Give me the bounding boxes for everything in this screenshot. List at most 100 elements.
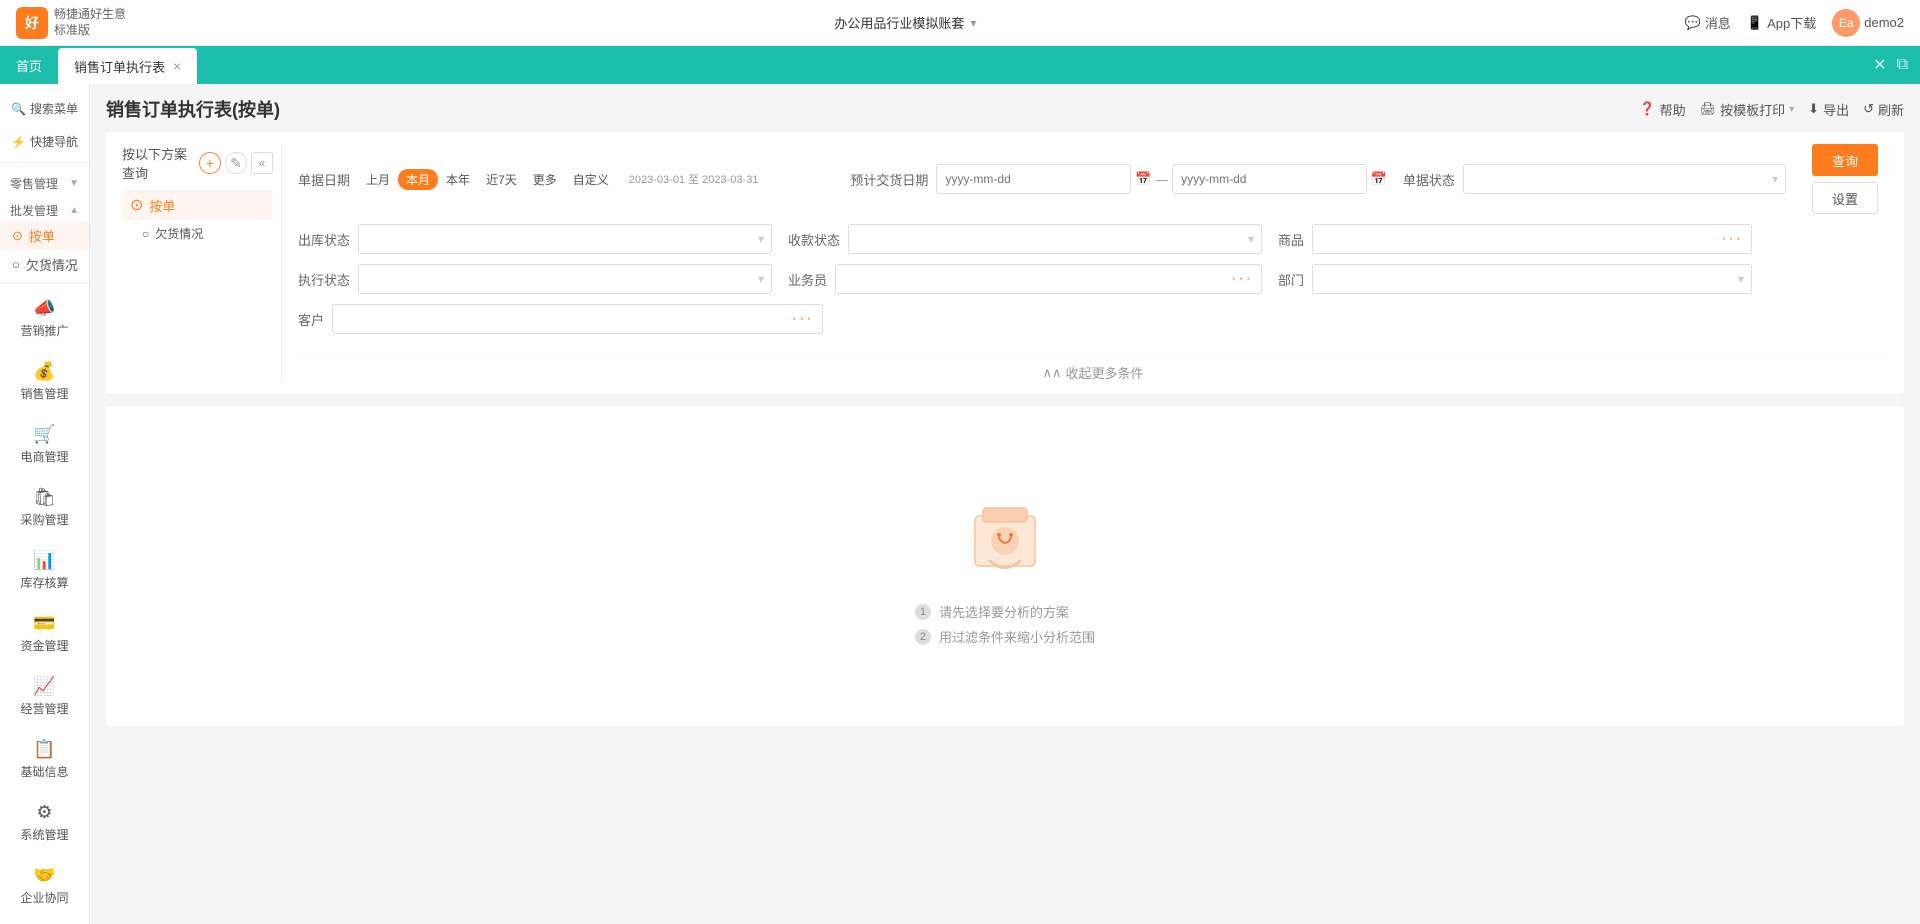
sidebar-item-newbie[interactable]: 🎯 新手引导 <box>4 918 85 924</box>
collapse-more-button[interactable]: ∧∧ 收起更多条件 <box>1042 363 1143 382</box>
help-icon: ❓ <box>1639 101 1655 117</box>
expected-date-to-input[interactable] <box>1172 164 1367 194</box>
search-icon: 🔍 <box>11 102 26 116</box>
sidebar-divider <box>0 162 89 163</box>
refresh-icon: ↺ <box>1863 101 1874 117</box>
purchase-icon: 🛍 <box>33 487 56 508</box>
retail-arrow-icon: ▼ <box>69 178 79 189</box>
sidebar-item-finance[interactable]: 💳 资金管理 <box>4 603 85 664</box>
main-layout: 🔍 搜索菜单 ⚡ 快捷导航 零售管理 ▼ 批发管理 ▲ ⊙ 按单 ○ 欠货情况 … <box>0 84 1920 924</box>
export-button[interactable]: ⬇ 导出 <box>1808 100 1849 119</box>
wholesale-arrow-icon: ▲ <box>69 205 79 216</box>
filter-dept-field: 部门 ▾ <box>1278 264 1752 294</box>
corp-icon: 🤝 <box>33 865 55 886</box>
receipt-status-select[interactable] <box>848 224 1262 254</box>
collapse-row: ∧∧ 收起更多条件 <box>298 354 1888 382</box>
sidebar-item-purchase[interactable]: 🛍 采购管理 <box>4 477 85 538</box>
tab-bar: 首页 销售订单执行表 × ✕ ⧉ <box>0 46 1920 84</box>
out-status-select[interactable] <box>358 224 772 254</box>
sidebar-section-retail[interactable]: 零售管理 ▼ <box>6 167 83 194</box>
search-menu[interactable]: 🔍 搜索菜单 <box>0 92 89 125</box>
query-panel-inner: 按以下方案查询 + ✎ « ⊙ 按单 ○ 欠货情况 <box>122 144 1888 382</box>
sidebar-item-inventory[interactable]: 📊 库存核算 <box>4 540 85 601</box>
out-status-select-wrap: ▾ <box>358 224 772 254</box>
tip-num-2: 2 <box>915 629 931 645</box>
date-range-dash: — <box>1155 172 1168 187</box>
scheme-item-owed[interactable]: ○ 欠货情况 <box>122 220 273 247</box>
product-label: 商品 <box>1278 230 1304 249</box>
sidebar-item-system[interactable]: ⚙ 系统管理 <box>4 792 85 853</box>
system-icon: ⚙ <box>36 802 52 823</box>
date-tab-this-year[interactable]: 本年 <box>438 168 478 191</box>
collapse-scheme-button[interactable]: « <box>251 152 273 174</box>
expected-date-from-input[interactable] <box>936 164 1131 194</box>
empty-icon <box>955 486 1055 586</box>
salesperson-label: 业务员 <box>788 270 827 289</box>
sidebar-quick-nav[interactable]: ⚡ 快捷导航 <box>0 125 89 158</box>
logo[interactable]: 好 畅捷通好生意 标准版 <box>16 7 126 39</box>
sidebar-item-operations[interactable]: 📈 经营管理 <box>4 666 85 727</box>
filter-area: 单据日期 上月 本月 本年 近7天 更多 自定义 20 <box>298 144 1888 382</box>
nav-chevron-icon: ▾ <box>970 16 976 30</box>
sidebar-item-marketing[interactable]: 📣 营销推广 <box>4 288 85 349</box>
filter-receipt-status-field: 收款状态 ▾ <box>788 224 1262 254</box>
dept-select[interactable] <box>1312 264 1752 294</box>
add-scheme-button[interactable]: + <box>199 152 221 174</box>
exec-status-label: 执行状态 <box>298 270 350 289</box>
query-button[interactable]: 查询 <box>1812 144 1878 176</box>
date-tabs: 上月 本月 本年 近7天 更多 自定义 <box>358 168 617 191</box>
date-tab-this-month[interactable]: 本月 <box>398 169 438 190</box>
filter-out-status-field: 出库状态 ▾ <box>298 224 772 254</box>
by-order-icon: ⊙ <box>12 228 23 244</box>
expected-date-from-cal-icon[interactable]: 📅 <box>1135 171 1151 187</box>
empty-tip-1: 1 请先选择要分析的方案 <box>915 602 1095 621</box>
print-button[interactable]: 🖨 按模板打印 ▾ <box>1700 100 1795 119</box>
date-tab-more[interactable]: 更多 <box>525 168 565 191</box>
finance-icon: 💳 <box>33 613 55 634</box>
scheme-panel-header: 按以下方案查询 + ✎ « <box>122 144 273 182</box>
exec-status-select[interactable] <box>358 264 772 294</box>
salesperson-dots-btn[interactable]: ··· <box>835 264 1262 294</box>
sidebar-divider2 <box>0 283 89 284</box>
sidebar-item-ecommerce[interactable]: 🛒 电商管理 <box>4 414 85 475</box>
expected-date-to-cal-icon[interactable]: 📅 <box>1371 171 1387 187</box>
sidebar-item-sales[interactable]: 💰 销售管理 <box>4 351 85 412</box>
salesperson-dots-icon: ··· <box>1231 270 1253 288</box>
nav-label[interactable]: 办公用品行业模拟账套 ▾ <box>834 13 976 32</box>
product-dots-btn[interactable]: ··· <box>1312 224 1752 254</box>
tab-sales-order[interactable]: 销售订单执行表 × <box>58 48 197 84</box>
product-dots-icon: ··· <box>1721 230 1743 248</box>
close-window-icon[interactable]: ✕ <box>1873 55 1886 75</box>
settings-button[interactable]: 设置 <box>1812 182 1878 214</box>
help-button[interactable]: ❓ 帮助 <box>1639 100 1685 119</box>
scheme-item-by-order[interactable]: ⊙ 按单 <box>122 190 273 220</box>
sidebar-item-owed[interactable]: ○ 欠货情况 <box>0 250 89 279</box>
status-select[interactable] <box>1463 164 1786 194</box>
date-tab-last7[interactable]: 近7天 <box>478 168 525 191</box>
customer-label: 客户 <box>298 310 324 329</box>
msg-button[interactable]: 💬 消息 <box>1685 13 1731 32</box>
sidebar-item-basic[interactable]: 📋 基础信息 <box>4 729 85 790</box>
owed-circle-icon: ○ <box>142 227 149 241</box>
filter-row-3: 执行状态 ▾ 业务员 ··· <box>298 264 1888 294</box>
sidebar-item-corp[interactable]: 🤝 企业协同 <box>4 855 85 916</box>
basic-icon: 📋 <box>33 739 55 760</box>
ecommerce-icon: 🛒 <box>33 424 55 445</box>
sidebar-section-wholesale[interactable]: 批发管理 ▲ <box>6 194 83 221</box>
date-tab-last-month[interactable]: 上月 <box>358 168 398 191</box>
app-download-button[interactable]: 📱 App下载 <box>1747 13 1816 32</box>
sidebar-item-by-order[interactable]: ⊙ 按单 <box>0 221 89 250</box>
tab-close-icon[interactable]: × <box>173 58 181 74</box>
dept-label: 部门 <box>1278 270 1304 289</box>
date-range-text: 2023-03-01 至 2023-03-31 <box>629 171 759 187</box>
filter-row-2: 出库状态 ▾ 收款状态 <box>298 224 1888 254</box>
date-tab-custom[interactable]: 自定义 <box>565 168 617 191</box>
user-menu[interactable]: Ea demo2 <box>1832 9 1904 37</box>
quick-nav-icon: ⚡ <box>11 135 26 149</box>
refresh-button[interactable]: ↺ 刷新 <box>1863 100 1904 119</box>
tab-home[interactable]: 首页 <box>0 46 58 84</box>
edit-scheme-button[interactable]: ✎ <box>225 152 247 174</box>
logo-icon: 好 <box>16 7 48 39</box>
customer-dots-btn[interactable]: ··· <box>332 304 823 334</box>
restore-window-icon[interactable]: ⧉ <box>1897 56 1908 74</box>
